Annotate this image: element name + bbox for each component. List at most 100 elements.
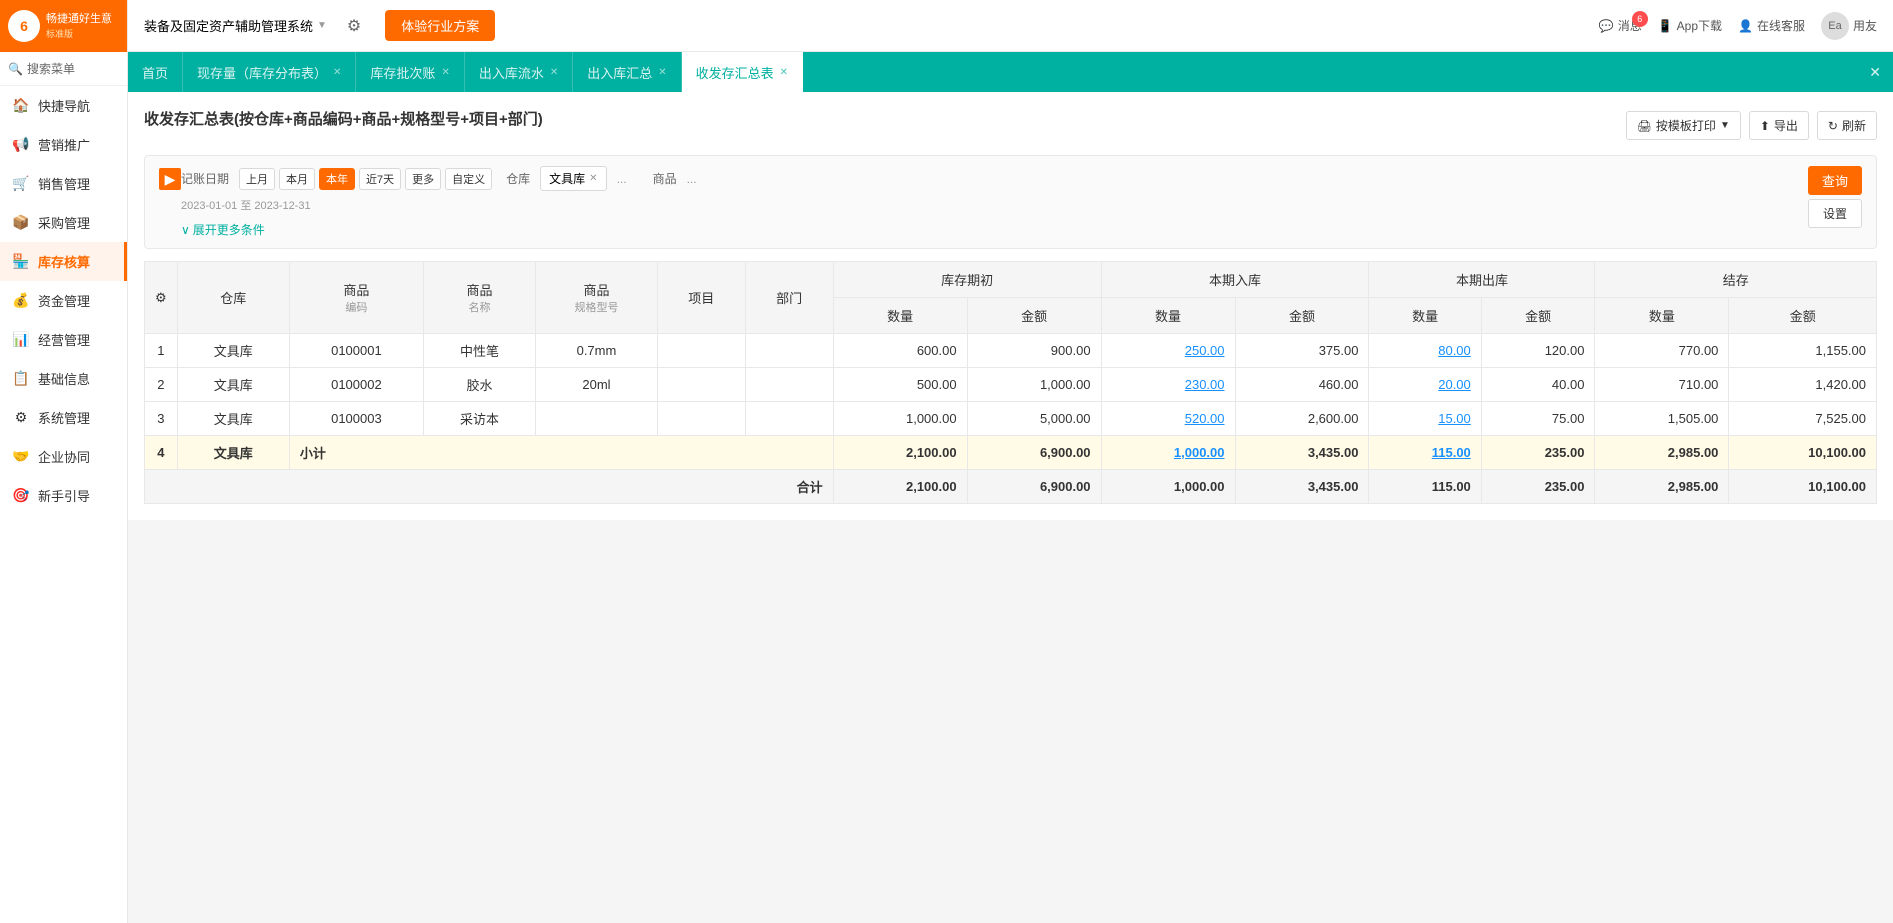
export-icon: ⬆ [1760,119,1770,133]
user-label: 用友 [1853,17,1877,34]
date-btn-this-month[interactable]: 本月 [279,168,315,190]
tab-in-out-flow[interactable]: 出入库流水 ✕ [465,52,573,92]
sidebar-item-basic-info[interactable]: 📋 基础信息 [0,359,127,398]
tab-close-icon[interactable]: ✕ [550,67,558,78]
basic-info-icon: 📋 [12,370,30,387]
subtotal-in-amt: 3,435.00 [1235,436,1369,470]
total-label: 合计 [145,470,834,504]
row-opening-amt: 1,000.00 [967,368,1101,402]
sidebar-item-sales[interactable]: 🛒 销售管理 [0,164,127,203]
date-btn-more[interactable]: 更多 [405,168,441,190]
table-settings-button[interactable]: 设置 [1808,199,1862,228]
filter-toggle-button[interactable]: ▶ [159,168,181,190]
trial-button[interactable]: 体验行业方案 [385,10,495,41]
sidebar-item-inventory[interactable]: 🏪 库存核算 [0,242,127,281]
row-in-qty: 230.00 [1101,368,1235,402]
system-icon: ⚙ [12,409,30,426]
th-settings[interactable]: ⚙ [145,262,178,334]
goods-more[interactable]: ... [687,172,697,186]
tabs-close-all[interactable]: ✕ [1857,64,1893,81]
print-button[interactable]: 🖨 按模板打印 ▼ [1626,111,1741,140]
row-project [657,334,745,368]
query-button[interactable]: 查询 [1808,166,1862,195]
app-download-action[interactable]: 📱 App下载 [1658,17,1722,34]
filter-main: 记账日期 上月 本月 本年 近7天 更多 自定义 仓库 [181,166,1800,238]
user-action[interactable]: Ea 用友 [1821,12,1877,40]
tab-close-icon[interactable]: ✕ [441,67,449,78]
tab-close-icon[interactable]: ✕ [658,67,666,78]
search-menu[interactable]: 🔍 搜索菜单 [0,52,127,86]
header-actions: 💬 消息 6 📱 App下载 👤 在线客服 Ea 用友 [1599,12,1877,40]
refresh-button[interactable]: ↻ 刷新 [1817,111,1877,140]
row-closing-amt: 1,155.00 [1729,334,1877,368]
date-btn-custom[interactable]: 自定义 [445,168,492,190]
page-title: 收发存汇总表(按仓库+商品编码+商品+规格型号+项目+部门) [144,108,543,129]
settings-button[interactable]: ⚙ [343,12,365,40]
tabs-bar: 首页 现存量（库存分布表） ✕ 库存批次账 ✕ 出入库流水 ✕ 出入库汇总 ✕ … [128,52,1893,92]
messages-action[interactable]: 💬 消息 6 [1599,17,1642,34]
tab-batch-ledger[interactable]: 库存批次账 ✕ [356,52,464,92]
sales-icon: 🛒 [12,175,30,192]
row-warehouse: 文具库 [177,402,289,436]
row-no: 2 [145,368,178,402]
sidebar-item-enterprise[interactable]: 🤝 企业协同 [0,437,127,476]
system-title-dropdown[interactable]: 装备及固定资产辅助管理系统 ▼ [144,16,327,35]
row-opening-qty: 600.00 [833,334,967,368]
sidebar-item-label: 新手引导 [38,486,90,505]
marketing-icon: 📢 [12,136,30,153]
page-content: 收发存汇总表(按仓库+商品编码+商品+规格型号+项目+部门) 🖨 按模板打印 ▼… [128,92,1893,923]
total-closing-amt: 10,100.00 [1729,470,1877,504]
sidebar-item-label: 营销推广 [38,135,90,154]
expand-icon: ∨ [181,223,190,237]
row-in-amt: 375.00 [1235,334,1369,368]
sidebar-item-label: 销售管理 [38,174,90,193]
th-goods-name: 商品名称 [423,262,535,334]
row-out-qty: 80.00 [1369,334,1481,368]
top-header: 装备及固定资产辅助管理系统 ▼ ⚙ 体验行业方案 💬 消息 6 📱 App下载 … [128,0,1893,52]
logo-icon: 6 [8,10,40,42]
tab-close-icon[interactable]: ✕ [780,67,788,78]
tab-inventory-dist[interactable]: 现存量（库存分布表） ✕ [183,52,356,92]
query-area: 查询 设置 [1808,166,1862,228]
warehouse-label: 仓库 [506,172,530,186]
table-row: 2 文具库 0100002 胶水 20ml 500.00 1,000.00 23… [145,368,1877,402]
th-group-opening: 库存期初 [833,262,1101,298]
online-service-action[interactable]: 👤 在线客服 [1738,17,1805,34]
date-btn-prev-month[interactable]: 上月 [239,168,275,190]
sidebar-item-operations[interactable]: 📊 经营管理 [0,320,127,359]
row-in-qty: 250.00 [1101,334,1235,368]
row-out-amt: 75.00 [1481,402,1595,436]
tab-recv-send-summary[interactable]: 收发存汇总表 ✕ [682,52,803,92]
table-container: ⚙ 仓库 商品编码 商品名称 商品规格型号 项目 部门 库存期初 本期入库 本期… [144,261,1877,504]
warehouse-tag-close[interactable]: ✕ [589,173,597,184]
sidebar-item-system[interactable]: ⚙ 系统管理 [0,398,127,437]
sidebar-item-newbie[interactable]: 🎯 新手引导 [0,476,127,515]
sidebar-item-finance[interactable]: 💰 资金管理 [0,281,127,320]
sidebar-item-quick-nav[interactable]: 🏠 快捷导航 [0,86,127,125]
row-department [745,368,833,402]
warehouse-more[interactable]: ... [617,172,627,186]
tab-in-out-summary[interactable]: 出入库汇总 ✕ [573,52,681,92]
row-out-amt: 40.00 [1481,368,1595,402]
logo-text: 畅捷通好生意 [46,12,112,26]
app-logo: 6 畅捷通好生意 标准版 [0,0,127,52]
row-no: 3 [145,402,178,436]
row-goods-spec: 20ml [536,368,658,402]
operations-icon: 📊 [12,331,30,348]
tab-home[interactable]: 首页 [128,52,183,92]
sidebar-item-marketing[interactable]: 📢 营销推广 [0,125,127,164]
service-icon: 👤 [1738,19,1753,33]
th-group-out: 本期出库 [1369,262,1595,298]
sidebar-item-purchase[interactable]: 📦 采购管理 [0,203,127,242]
date-btn-this-year[interactable]: 本年 [319,168,355,190]
messages-badge: 6 [1632,11,1648,27]
row-warehouse: 文具库 [177,368,289,402]
date-btn-last7[interactable]: 近7天 [359,168,401,190]
th-in-qty: 数量 [1101,298,1235,334]
tab-close-icon[interactable]: ✕ [333,67,341,78]
row-department [745,402,833,436]
export-button[interactable]: ⬆ 导出 [1749,111,1809,140]
expand-more-btn[interactable]: ∨ 展开更多条件 [181,221,265,238]
data-table: ⚙ 仓库 商品编码 商品名称 商品规格型号 项目 部门 库存期初 本期入库 本期… [144,261,1877,504]
th-goods-spec: 商品规格型号 [536,262,658,334]
